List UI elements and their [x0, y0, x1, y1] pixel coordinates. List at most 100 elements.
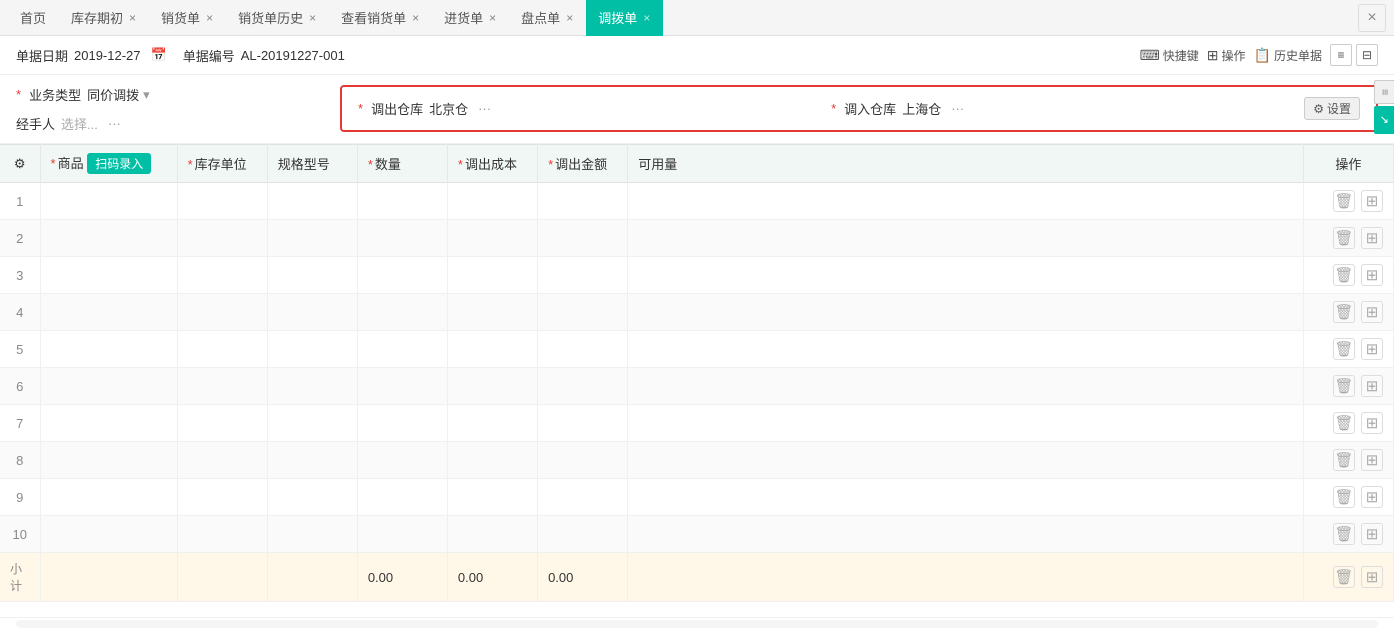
copy-row-icon[interactable]: ⊞	[1361, 523, 1383, 545]
spec-cell[interactable]	[267, 516, 357, 553]
qty-cell[interactable]	[357, 405, 447, 442]
warehouse-settings-button[interactable]: ⚙ 设置	[1304, 97, 1360, 120]
tab-view-sales[interactable]: 查看销货单 ×	[329, 0, 432, 36]
spec-cell[interactable]	[267, 331, 357, 368]
product-cell[interactable]	[40, 220, 177, 257]
history-button[interactable]: 📋 历史单据	[1254, 47, 1322, 64]
tab-sales-order[interactable]: 销货单 ×	[149, 0, 226, 36]
spec-cell[interactable]	[267, 257, 357, 294]
unit-cell[interactable]	[177, 405, 267, 442]
unit-cell[interactable]	[177, 368, 267, 405]
qty-cell[interactable]	[357, 294, 447, 331]
delete-row-icon[interactable]: 🗑	[1333, 227, 1355, 249]
copy-row-icon[interactable]: ⊞	[1361, 449, 1383, 471]
handler-select[interactable]: 选择...	[61, 114, 98, 133]
product-cell[interactable]	[40, 516, 177, 553]
spec-cell[interactable]	[267, 368, 357, 405]
tab-close-view-sales[interactable]: ×	[412, 11, 419, 25]
unit-cell[interactable]	[177, 516, 267, 553]
unit-cell[interactable]	[177, 294, 267, 331]
out-warehouse-more[interactable]: ···	[478, 101, 491, 116]
sidebar-list-button[interactable]: ≡	[1374, 80, 1394, 104]
cost-cell[interactable]	[447, 368, 537, 405]
delete-row-icon[interactable]: 🗑	[1333, 523, 1355, 545]
unit-cell[interactable]	[177, 442, 267, 479]
tab-sales-history[interactable]: 销货单历史 ×	[226, 0, 329, 36]
tab-initial-stock[interactable]: 库存期初 ×	[59, 0, 149, 36]
tab-close-initial-stock[interactable]: ×	[129, 11, 136, 25]
tab-close-transfer[interactable]: ×	[643, 11, 650, 25]
delete-row-icon[interactable]: 🗑	[1333, 412, 1355, 434]
cost-cell[interactable]	[447, 405, 537, 442]
tab-close-inventory[interactable]: ×	[566, 11, 573, 25]
cost-cell[interactable]	[447, 331, 537, 368]
delete-row-icon[interactable]: 🗑	[1333, 338, 1355, 360]
qty-cell[interactable]	[357, 257, 447, 294]
product-cell[interactable]	[40, 331, 177, 368]
amount-cell[interactable]	[538, 442, 628, 479]
delete-row-icon[interactable]: 🗑	[1333, 449, 1355, 471]
grid-view-button[interactable]: ⊟	[1356, 44, 1378, 66]
date-value[interactable]: 2019-12-27	[74, 48, 141, 63]
copy-row-icon[interactable]: ⊞	[1361, 264, 1383, 286]
product-cell[interactable]	[40, 257, 177, 294]
qty-cell[interactable]	[357, 183, 447, 220]
qty-cell[interactable]	[357, 331, 447, 368]
qty-cell[interactable]	[357, 220, 447, 257]
shortcuts-button[interactable]: ⌨ 快捷键	[1140, 47, 1199, 64]
amount-cell[interactable]	[538, 368, 628, 405]
operations-button[interactable]: ⊞ 操作	[1207, 47, 1246, 64]
out-warehouse-value[interactable]: 北京仓	[429, 99, 468, 118]
qty-cell[interactable]	[357, 442, 447, 479]
spec-cell[interactable]	[267, 479, 357, 516]
copy-icon[interactable]: ⊞	[1361, 566, 1383, 588]
cost-cell[interactable]	[447, 294, 537, 331]
tab-home[interactable]: 首页	[8, 0, 59, 36]
spec-cell[interactable]	[267, 405, 357, 442]
unit-cell[interactable]	[177, 183, 267, 220]
copy-row-icon[interactable]: ⊞	[1361, 190, 1383, 212]
business-type-select[interactable]: 同价调拨 ▾	[87, 85, 150, 104]
product-cell[interactable]	[40, 183, 177, 220]
close-all-button[interactable]: ×	[1358, 4, 1386, 32]
delete-row-icon[interactable]: 🗑	[1333, 190, 1355, 212]
cost-cell[interactable]	[447, 442, 537, 479]
copy-row-icon[interactable]: ⊞	[1361, 486, 1383, 508]
business-type-arrow[interactable]: ▾	[143, 87, 150, 103]
delete-row-icon[interactable]: 🗑	[1333, 375, 1355, 397]
amount-cell[interactable]	[538, 479, 628, 516]
cost-cell[interactable]	[447, 220, 537, 257]
tab-transfer[interactable]: 调拨单 ×	[586, 0, 663, 36]
delete-icon[interactable]: 🗑	[1333, 566, 1355, 588]
unit-cell[interactable]	[177, 331, 267, 368]
spec-cell[interactable]	[267, 442, 357, 479]
amount-cell[interactable]	[538, 405, 628, 442]
product-cell[interactable]	[40, 405, 177, 442]
cost-cell[interactable]	[447, 516, 537, 553]
copy-row-icon[interactable]: ⊞	[1361, 412, 1383, 434]
sidebar-export-button[interactable]: ↗	[1374, 106, 1394, 133]
delete-row-icon[interactable]: 🗑	[1333, 264, 1355, 286]
copy-row-icon[interactable]: ⊞	[1361, 338, 1383, 360]
tab-inventory[interactable]: 盘点单 ×	[509, 0, 586, 36]
unit-cell[interactable]	[177, 257, 267, 294]
tab-close-purchase-order[interactable]: ×	[489, 11, 496, 25]
spec-cell[interactable]	[267, 183, 357, 220]
list-view-button[interactable]: ≡	[1330, 44, 1352, 66]
delete-row-icon[interactable]: 🗑	[1333, 486, 1355, 508]
col-settings-header[interactable]: ⚙	[0, 145, 40, 183]
product-cell[interactable]	[40, 442, 177, 479]
product-cell[interactable]	[40, 294, 177, 331]
amount-cell[interactable]	[538, 294, 628, 331]
copy-row-icon[interactable]: ⊞	[1361, 375, 1383, 397]
delete-row-icon[interactable]: 🗑	[1333, 301, 1355, 323]
unit-cell[interactable]	[177, 220, 267, 257]
tab-close-sales-history[interactable]: ×	[309, 11, 316, 25]
qty-cell[interactable]	[357, 479, 447, 516]
amount-cell[interactable]	[538, 516, 628, 553]
spec-cell[interactable]	[267, 294, 357, 331]
handler-more[interactable]: ···	[108, 116, 121, 131]
calendar-icon[interactable]: 📅	[151, 47, 167, 63]
product-cell[interactable]	[40, 368, 177, 405]
copy-row-icon[interactable]: ⊞	[1361, 227, 1383, 249]
